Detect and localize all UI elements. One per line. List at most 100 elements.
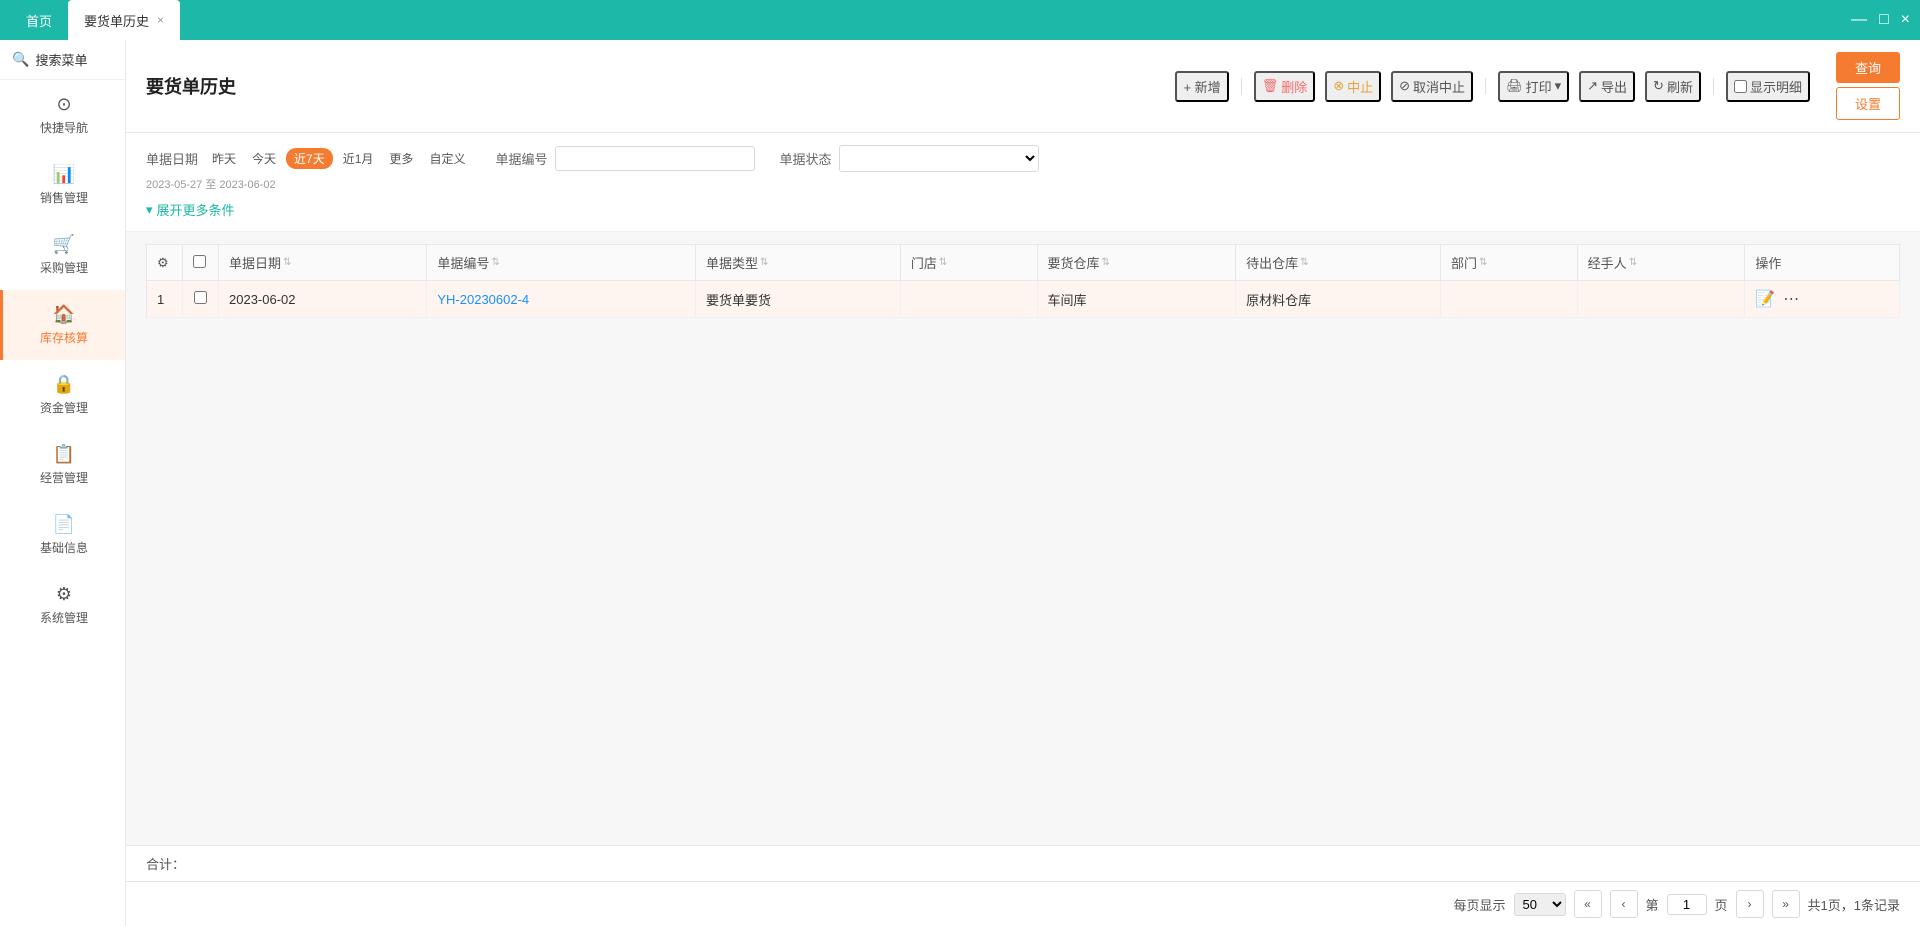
date-btn-7days[interactable]: 近7天 [286,148,333,169]
prev-page-button[interactable]: ‹ [1610,890,1638,918]
col-store[interactable]: 门店 ⇅ [900,245,1037,281]
sidebar-search[interactable]: 🔍 搜索菜单 [0,40,125,80]
page-input[interactable] [1667,894,1707,915]
col-doc-type[interactable]: 单据类型 ⇅ [695,245,900,281]
quick-nav-icon: ⊙ [56,94,71,115]
sort-doc-type[interactable]: 单据类型 ⇅ [706,253,890,272]
toolbar-divider-2 [1485,78,1486,94]
summary-bar: 合计： [126,845,1920,881]
sidebar-item-sys-mgmt[interactable]: ⚙ 系统管理 [0,570,125,640]
sales-icon: 📊 [53,164,75,185]
sidebar-item-purchase[interactable]: 🛒 采购管理 [0,220,125,290]
operations-icon: 📋 [53,444,75,465]
sort-doc-date[interactable]: 单据日期 ⇅ [229,253,416,272]
cell-handler [1577,281,1745,318]
expand-more-btn[interactable]: ▾ 展开更多条件 [146,200,1900,219]
sort-handler[interactable]: 经手人 ⇅ [1588,253,1735,272]
toolbar-divider-3 [1713,78,1714,94]
first-page-button[interactable]: « [1574,890,1602,918]
filter-row: 单据日期 昨天 今天 近7天 近1月 更多 自定义 单据编号 单据状态 [146,145,1900,172]
tab-home[interactable]: 首页 [10,0,68,40]
sidebar-item-sales[interactable]: 📊 销售管理 [0,150,125,220]
sidebar-item-base-info[interactable]: 📄 基础信息 [0,500,125,570]
show-detail-checkbox[interactable] [1734,80,1747,93]
sidebar-item-inventory[interactable]: 🏠 库存核算 [0,290,125,360]
sidebar-search-label: 搜索菜单 [35,50,87,69]
sort-store[interactable]: 门店 ⇅ [911,253,1027,272]
sort-req-warehouse[interactable]: 要货仓库 ⇅ [1048,253,1226,272]
cancel-stop-icon: ⊘ [1399,78,1410,94]
window-close-icon[interactable]: × [1901,11,1910,29]
col-checkbox [183,245,219,281]
doc-no-input[interactable] [555,146,755,171]
export-button[interactable]: ↗ 导出 [1579,71,1635,102]
tab-home-label: 首页 [26,11,52,30]
settings-button[interactable]: 设置 [1836,87,1900,120]
col-req-warehouse[interactable]: 要货仓库 ⇅ [1037,245,1236,281]
export-icon: ↗ [1587,78,1598,94]
show-detail-label: 显示明细 [1750,77,1802,96]
maximize-icon[interactable]: □ [1879,11,1889,29]
doc-no-link[interactable]: YH-20230602-4 [437,292,529,307]
summary-label: 合计： [146,854,185,873]
stop-label: 中止 [1347,77,1373,96]
sidebar-item-finance-label: 资金管理 [40,399,88,416]
filter-date: 单据日期 昨天 今天 近7天 近1月 更多 自定义 [146,148,471,169]
sidebar: 🔍 搜索菜单 ⊙ 快捷导航 📊 销售管理 🛒 采购管理 🏠 库存核算 🔒 资金管… [0,40,126,926]
main-layout: 🔍 搜索菜单 ⊙ 快捷导航 📊 销售管理 🛒 采购管理 🏠 库存核算 🔒 资金管… [0,40,1920,926]
minimize-icon[interactable]: — [1851,11,1867,29]
date-btn-more[interactable]: 更多 [383,148,419,169]
date-btn-custom[interactable]: 自定义 [423,148,471,169]
sort-icon-req-warehouse: ⇅ [1102,257,1110,268]
stop-button[interactable]: ⊗ 中止 [1325,71,1381,102]
col-settings[interactable]: ⚙ [147,245,183,281]
sort-dept[interactable]: 部门 ⇅ [1451,253,1567,272]
col-action: 操作 [1745,245,1900,281]
date-btn-today[interactable]: 今天 [246,148,282,169]
sort-pending-warehouse[interactable]: 待出仓库 ⇅ [1246,253,1430,272]
refresh-button[interactable]: ↻ 刷新 [1645,71,1701,102]
purchase-icon: 🛒 [53,234,75,255]
more-icon[interactable]: ⋯ [1783,289,1799,309]
select-all-checkbox[interactable] [193,255,206,268]
sidebar-item-purchase-label: 采购管理 [40,259,88,276]
date-btn-1month[interactable]: 近1月 [337,148,380,169]
show-detail-button[interactable]: 显示明细 [1726,71,1810,102]
next-page-button[interactable]: › [1736,890,1764,918]
date-range-display: 2023-05-27 至 2023-06-02 [146,179,276,191]
window-controls: — □ × [1851,11,1910,29]
refresh-icon: ↻ [1653,78,1664,94]
new-button[interactable]: + 新增 [1175,71,1228,102]
date-btn-yesterday[interactable]: 昨天 [206,148,242,169]
col-doc-no[interactable]: 单据编号 ⇅ [427,245,696,281]
status-select[interactable] [839,145,1039,172]
sort-doc-no[interactable]: 单据编号 ⇅ [437,253,685,272]
col-pending-warehouse[interactable]: 待出仓库 ⇅ [1236,245,1441,281]
per-page-select[interactable]: 50 20 100 [1514,893,1566,916]
col-doc-date[interactable]: 单据日期 ⇅ [219,245,427,281]
tab-requisition-history[interactable]: 要货单历史 × [68,0,180,40]
col-dept[interactable]: 部门 ⇅ [1440,245,1577,281]
sidebar-item-finance[interactable]: 🔒 资金管理 [0,360,125,430]
print-button[interactable]: 🖨 打印 ▾ [1498,71,1569,102]
query-button[interactable]: 查询 [1836,52,1900,83]
sidebar-item-inventory-label: 库存核算 [40,329,88,346]
cell-checkbox [183,281,219,318]
expand-more-label: 展开更多条件 [157,200,235,219]
table-row: 1 2023-06-02 YH-20230602-4 要货单要货 车间库 原材料… [147,281,1900,318]
last-page-button[interactable]: » [1772,890,1800,918]
cancel-stop-label: 取消中止 [1413,77,1465,96]
edit-icon[interactable]: 📝 [1755,289,1775,309]
row-checkbox[interactable] [194,291,207,304]
date-range-options: 昨天 今天 近7天 近1月 更多 自定义 [206,148,471,169]
sidebar-item-quick-nav[interactable]: ⊙ 快捷导航 [0,80,125,150]
tab-close-icon[interactable]: × [157,13,164,27]
cancel-stop-button[interactable]: ⊘ 取消中止 [1391,71,1473,102]
sort-icon-pending-warehouse: ⇅ [1300,257,1308,268]
col-handler[interactable]: 经手人 ⇅ [1577,245,1745,281]
sidebar-item-operations[interactable]: 📋 经营管理 [0,430,125,500]
delete-button[interactable]: 🗑 删除 [1254,71,1316,102]
print-icon: 🖨 [1506,78,1523,94]
cell-dept [1440,281,1577,318]
tab-requisition-history-label: 要货单历史 [84,11,149,30]
